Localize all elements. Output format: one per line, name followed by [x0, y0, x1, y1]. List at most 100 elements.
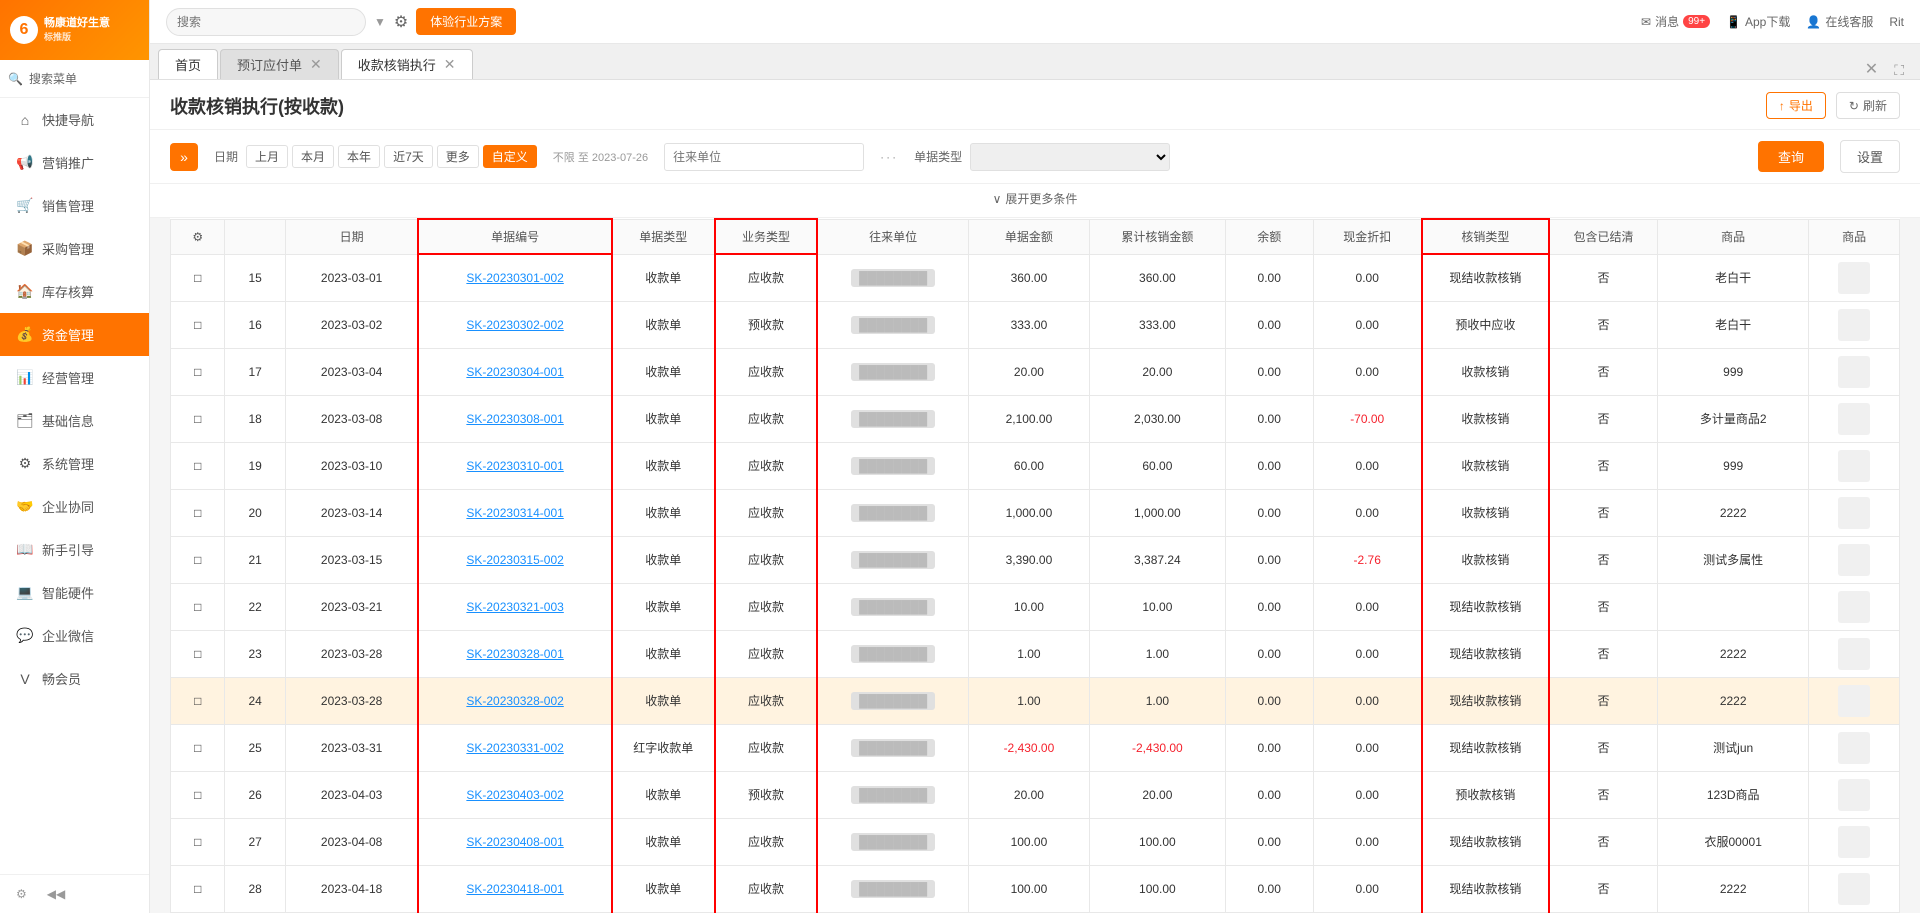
col-unit-header[interactable]: 往来单位 — [817, 219, 968, 254]
table-row[interactable]: □ 25 2023-03-31 SK-20230331-002 红字收款单 应收… — [171, 724, 1900, 771]
cell-settings[interactable]: □ — [171, 818, 225, 865]
date-btn-this-month[interactable]: 本月 — [292, 145, 334, 168]
table-row[interactable]: □ 27 2023-04-08 SK-20230408-001 收款单 应收款 … — [171, 818, 1900, 865]
sidebar-item-hardware[interactable]: 💻 智能硬件 — [0, 571, 149, 614]
col-cancel-type-header[interactable]: 核销类型 — [1422, 219, 1549, 254]
expand-conditions-button[interactable]: ∨ 展开更多条件 — [993, 190, 1078, 207]
sidebar-item-enterprise[interactable]: 🤝 企业协同 — [0, 485, 149, 528]
date-btn-last-month[interactable]: 上月 — [246, 145, 288, 168]
refresh-button[interactable]: ↻ 刷新 — [1836, 92, 1900, 119]
col-balance-header[interactable]: 余额 — [1225, 219, 1313, 254]
export-button[interactable]: ↑ 导出 — [1766, 92, 1826, 119]
filter-settings-button[interactable]: 设置 — [1840, 140, 1900, 173]
cell-settings[interactable]: □ — [171, 348, 225, 395]
tabs-close-all-icon[interactable]: ✕ — [1857, 59, 1886, 79]
cell-order-no[interactable]: SK-20230408-001 — [418, 818, 611, 865]
tab-payable-close-icon[interactable]: ✕ — [310, 56, 322, 73]
col-goods-header[interactable]: 商品 — [1658, 219, 1809, 254]
topbar-search-input[interactable] — [166, 8, 366, 36]
cell-settings[interactable]: □ — [171, 630, 225, 677]
cell-order-no[interactable]: SK-20230308-001 — [418, 395, 611, 442]
trial-btn[interactable]: 体验行业方案 — [416, 8, 516, 35]
messages-section[interactable]: ✉ 消息 99+ — [1641, 13, 1710, 30]
tab-collection-close-icon[interactable]: ✕ — [444, 56, 456, 73]
filter-toggle-button[interactable]: » — [170, 143, 198, 171]
cell-settings[interactable]: □ — [171, 489, 225, 536]
col-cancel-amount-header[interactable]: 累计核销金额 — [1089, 219, 1225, 254]
table-row[interactable]: □ 21 2023-03-15 SK-20230315-002 收款单 应收款 … — [171, 536, 1900, 583]
cell-settings[interactable]: □ — [171, 583, 225, 630]
cell-settings[interactable]: □ — [171, 395, 225, 442]
sidebar-item-guide[interactable]: 📖 新手引导 — [0, 528, 149, 571]
sidebar-item-purchase[interactable]: 📦 采购管理 — [0, 227, 149, 270]
cell-settings[interactable]: □ — [171, 254, 225, 301]
col-order-type-header[interactable]: 单据类型 — [612, 219, 715, 254]
app-download-link[interactable]: 📱 App下载 — [1726, 13, 1790, 30]
table-row[interactable]: □ 28 2023-04-18 SK-20230418-001 收款单 应收款 … — [171, 865, 1900, 912]
tab-payable[interactable]: 预订应付单 ✕ — [220, 49, 339, 79]
search-menu[interactable]: 🔍 搜索菜单 — [0, 60, 149, 98]
table-row[interactable]: □ 20 2023-03-14 SK-20230314-001 收款单 应收款 … — [171, 489, 1900, 536]
col-included-header[interactable]: 包含已结清 — [1549, 219, 1658, 254]
user-name[interactable]: Rit — [1889, 15, 1904, 29]
cell-settings[interactable]: □ — [171, 771, 225, 818]
table-row[interactable]: □ 19 2023-03-10 SK-20230310-001 收款单 应收款 … — [171, 442, 1900, 489]
cell-order-no[interactable]: SK-20230314-001 — [418, 489, 611, 536]
cell-settings[interactable]: □ — [171, 865, 225, 912]
sidebar-item-operations[interactable]: 📊 经营管理 — [0, 356, 149, 399]
table-row[interactable]: □ 24 2023-03-28 SK-20230328-002 收款单 应收款 … — [171, 677, 1900, 724]
col-date-header[interactable]: 日期 — [285, 219, 418, 254]
col-order-no-header[interactable]: 单据编号 — [418, 219, 611, 254]
tab-collection[interactable]: 收款核销执行 ✕ — [341, 49, 473, 79]
col-discount-header[interactable]: 现金折扣 — [1313, 219, 1422, 254]
cell-order-no[interactable]: SK-20230302-002 — [418, 301, 611, 348]
date-btn-custom[interactable]: 自定义 — [483, 145, 537, 168]
online-service-link[interactable]: 👤 在线客服 — [1806, 13, 1873, 30]
table-row[interactable]: □ 26 2023-04-03 SK-20230403-002 收款单 预收款 … — [171, 771, 1900, 818]
sidebar-item-system[interactable]: ⚙ 系统管理 — [0, 442, 149, 485]
cell-order-no[interactable]: SK-20230321-003 — [418, 583, 611, 630]
table-row[interactable]: □ 23 2023-03-28 SK-20230328-001 收款单 应收款 … — [171, 630, 1900, 677]
sidebar-item-marketing[interactable]: 📢 营销推广 — [0, 141, 149, 184]
col-biz-type-header[interactable]: 业务类型 — [715, 219, 818, 254]
cell-order-no[interactable]: SK-20230315-002 — [418, 536, 611, 583]
date-btn-this-year[interactable]: 本年 — [338, 145, 380, 168]
sidebar-item-member[interactable]: V 畅会员 — [0, 657, 149, 700]
col-goods2-header[interactable]: 商品 — [1809, 219, 1900, 254]
dropdown-arrow-icon[interactable]: ▼ — [374, 15, 386, 29]
sidebar-item-inventory[interactable]: 🏠 库存核算 — [0, 270, 149, 313]
cell-settings[interactable]: □ — [171, 536, 225, 583]
table-row[interactable]: □ 22 2023-03-21 SK-20230321-003 收款单 应收款 … — [171, 583, 1900, 630]
sidebar-item-sales[interactable]: 🛒 销售管理 — [0, 184, 149, 227]
tabs-expand-icon[interactable]: ⛶ — [1886, 62, 1912, 79]
cell-order-no[interactable]: SK-20230301-002 — [418, 254, 611, 301]
cell-order-no[interactable]: SK-20230403-002 — [418, 771, 611, 818]
cell-order-no[interactable]: SK-20230328-001 — [418, 630, 611, 677]
sidebar-item-finance[interactable]: 💰 资金管理 — [0, 313, 149, 356]
cell-order-no[interactable]: SK-20230331-002 — [418, 724, 611, 771]
cell-settings[interactable]: □ — [171, 724, 225, 771]
col-settings-header[interactable]: ⚙ — [171, 219, 225, 254]
query-button[interactable]: 查询 — [1758, 141, 1824, 172]
settings-footer-icon[interactable]: ⚙ — [16, 887, 27, 901]
cell-order-no[interactable]: SK-20230328-002 — [418, 677, 611, 724]
filter-unit-input[interactable] — [664, 143, 864, 171]
table-row[interactable]: □ 18 2023-03-08 SK-20230308-001 收款单 应收款 … — [171, 395, 1900, 442]
tab-home[interactable]: 首页 — [158, 49, 218, 79]
date-btn-7days[interactable]: 近7天 — [384, 145, 433, 168]
col-amount-header[interactable]: 单据金额 — [968, 219, 1089, 254]
table-row[interactable]: □ 15 2023-03-01 SK-20230301-002 收款单 应收款 … — [171, 254, 1900, 301]
sidebar-item-basic[interactable]: 🗂 基础信息 — [0, 399, 149, 442]
collapse-icon[interactable]: ◀◀ — [47, 887, 65, 901]
sidebar-item-quick-nav[interactable]: ⌂ 快捷导航 — [0, 98, 149, 141]
cell-order-no[interactable]: SK-20230418-001 — [418, 865, 611, 912]
table-row[interactable]: □ 16 2023-03-02 SK-20230302-002 收款单 预收款 … — [171, 301, 1900, 348]
cell-settings[interactable]: □ — [171, 442, 225, 489]
date-btn-more[interactable]: 更多 — [437, 145, 479, 168]
cell-settings[interactable]: □ — [171, 301, 225, 348]
filter-type-select[interactable] — [970, 143, 1170, 171]
cell-settings[interactable]: □ — [171, 677, 225, 724]
table-row[interactable]: □ 17 2023-03-04 SK-20230304-001 收款单 应收款 … — [171, 348, 1900, 395]
sidebar-item-wechat[interactable]: 💬 企业微信 — [0, 614, 149, 657]
cell-order-no[interactable]: SK-20230310-001 — [418, 442, 611, 489]
